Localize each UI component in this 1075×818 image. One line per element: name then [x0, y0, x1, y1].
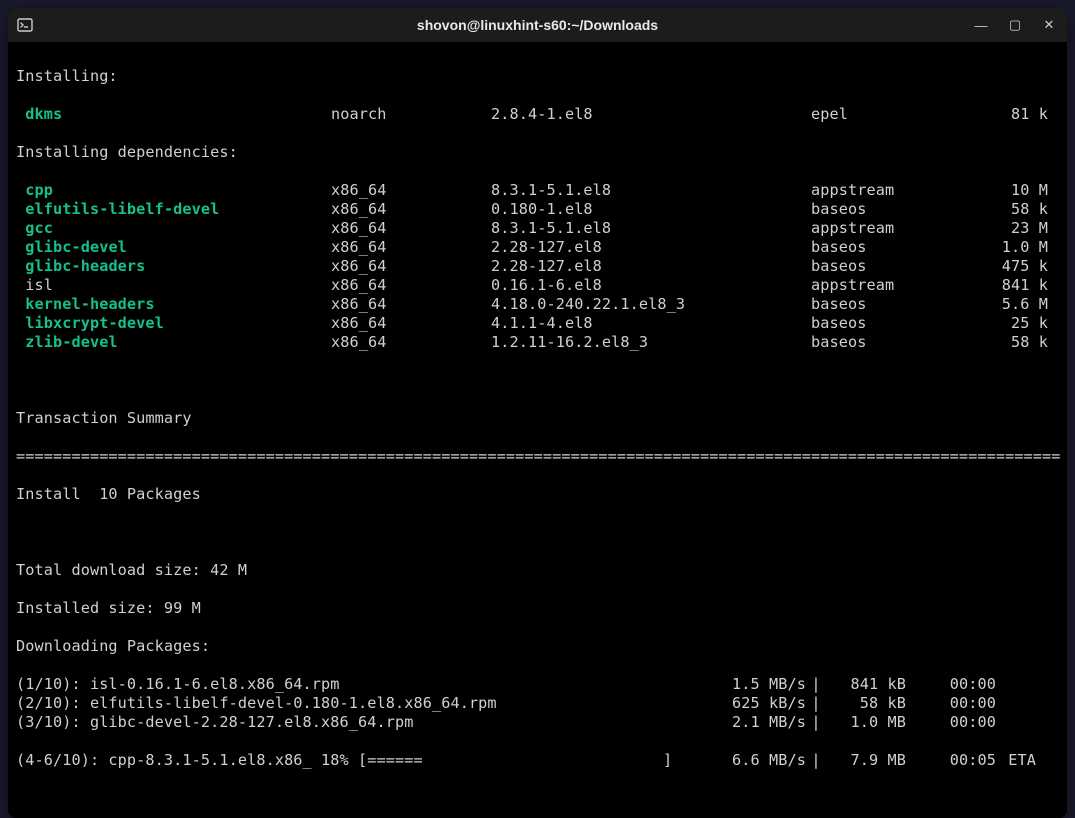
- download-speed: 625 kB/s: [696, 694, 806, 713]
- install-package-list: dkmsnoarch2.8.4-1.el8epel81 k: [16, 105, 1059, 124]
- package-repo: baseos: [811, 333, 966, 352]
- package-arch: x86_64: [331, 314, 491, 333]
- package-version: 2.8.4-1.el8: [491, 105, 811, 124]
- package-size: 5.6 M: [966, 295, 1048, 314]
- package-size: 81 k: [966, 105, 1048, 124]
- install-count: Install 10 Packages: [16, 485, 1059, 504]
- package-row: elfutils-libelf-develx86_640.180-1.el8ba…: [16, 200, 1059, 219]
- downloading-header: Downloading Packages:: [16, 637, 1059, 656]
- download-list: (1/10): isl-0.16.1-6.el8.x86_64.rpm1.5 M…: [16, 675, 1059, 732]
- package-size: 1.0 M: [966, 238, 1048, 257]
- download-speed: 1.5 MB/s: [696, 675, 806, 694]
- package-row: gccx86_648.3.1-5.1.el8appstream23 M: [16, 219, 1059, 238]
- package-name: cpp: [16, 181, 331, 200]
- package-row: dkmsnoarch2.8.4-1.el8epel81 k: [16, 105, 1059, 124]
- package-arch: x86_64: [331, 219, 491, 238]
- download-progress-row: (4-6/10): cpp-8.3.1-5.1.el8.x86_ 18% [==…: [16, 751, 1059, 770]
- window-title: shovon@linuxhint-s60:~/Downloads: [417, 17, 658, 33]
- package-size: 475 k: [966, 257, 1048, 276]
- download-row: (3/10): glibc-devel-2.28-127.el8.x86_64.…: [16, 713, 1059, 732]
- package-version: 2.28-127.el8: [491, 238, 811, 257]
- package-size: 58 k: [966, 200, 1048, 219]
- package-version: 4.18.0-240.22.1.el8_3: [491, 295, 811, 314]
- package-name: gcc: [16, 219, 331, 238]
- download-time: 00:00: [906, 713, 996, 732]
- package-arch: x86_64: [331, 295, 491, 314]
- package-repo: baseos: [811, 314, 966, 333]
- download-row: (1/10): isl-0.16.1-6.el8.x86_64.rpm1.5 M…: [16, 675, 1059, 694]
- package-arch: noarch: [331, 105, 491, 124]
- dependency-package-list: cppx86_648.3.1-5.1.el8appstream10 M elfu…: [16, 181, 1059, 352]
- package-row: glibc-headersx86_642.28-127.el8baseos475…: [16, 257, 1059, 276]
- package-arch: x86_64: [331, 181, 491, 200]
- package-version: 8.3.1-5.1.el8: [491, 219, 811, 238]
- package-arch: x86_64: [331, 333, 491, 352]
- minimize-button[interactable]: —: [971, 15, 991, 35]
- package-arch: x86_64: [331, 200, 491, 219]
- package-row: cppx86_648.3.1-5.1.el8appstream10 M: [16, 181, 1059, 200]
- package-version: 4.1.1-4.el8: [491, 314, 811, 333]
- installed-size: Installed size: 99 M: [16, 599, 1059, 618]
- package-size: 25 k: [966, 314, 1048, 333]
- package-name: libxcrypt-devel: [16, 314, 331, 333]
- package-arch: x86_64: [331, 276, 491, 295]
- package-row: libxcrypt-develx86_644.1.1-4.el8baseos25…: [16, 314, 1059, 333]
- package-arch: x86_64: [331, 238, 491, 257]
- download-speed: 2.1 MB/s: [696, 713, 806, 732]
- terminal-content[interactable]: Installing: dkmsnoarch2.8.4-1.el8epel81 …: [8, 42, 1067, 818]
- package-size: 58 k: [966, 333, 1048, 352]
- transaction-summary-header: Transaction Summary: [16, 409, 1059, 428]
- download-size: 58 kB: [826, 694, 906, 713]
- download-size: 1.0 MB: [826, 713, 906, 732]
- section-installing: Installing:: [16, 67, 1059, 86]
- package-repo: baseos: [811, 200, 966, 219]
- titlebar[interactable]: shovon@linuxhint-s60:~/Downloads — ▢ ✕: [8, 8, 1067, 42]
- window-controls: — ▢ ✕: [971, 15, 1059, 35]
- package-name: elfutils-libelf-devel: [16, 200, 331, 219]
- package-name: isl: [16, 276, 331, 295]
- package-row: glibc-develx86_642.28-127.el8baseos1.0 M: [16, 238, 1059, 257]
- section-installing-deps: Installing dependencies:: [16, 143, 1059, 162]
- close-button[interactable]: ✕: [1039, 15, 1059, 35]
- download-time: 00:00: [906, 694, 996, 713]
- package-repo: appstream: [811, 276, 966, 295]
- maximize-button[interactable]: ▢: [1005, 15, 1025, 35]
- package-size: 23 M: [966, 219, 1048, 238]
- package-size: 841 k: [966, 276, 1048, 295]
- package-repo: baseos: [811, 238, 966, 257]
- package-repo: baseos: [811, 257, 966, 276]
- package-row: zlib-develx86_641.2.11-16.2.el8_3baseos5…: [16, 333, 1059, 352]
- package-repo: epel: [811, 105, 966, 124]
- package-row: kernel-headersx86_644.18.0-240.22.1.el8_…: [16, 295, 1059, 314]
- package-size: 10 M: [966, 181, 1048, 200]
- package-row: islx86_640.16.1-6.el8appstream841 k: [16, 276, 1059, 295]
- package-version: 0.180-1.el8: [491, 200, 811, 219]
- package-version: 2.28-127.el8: [491, 257, 811, 276]
- blank-line: [16, 523, 1059, 542]
- terminal-icon: [16, 16, 34, 34]
- package-arch: x86_64: [331, 257, 491, 276]
- package-repo: baseos: [811, 295, 966, 314]
- package-version: 0.16.1-6.el8: [491, 276, 811, 295]
- download-file: (1/10): isl-0.16.1-6.el8.x86_64.rpm: [16, 675, 696, 694]
- package-repo: appstream: [811, 181, 966, 200]
- download-file: (2/10): elfutils-libelf-devel-0.180-1.el…: [16, 694, 696, 713]
- blank-line: [16, 371, 1059, 390]
- package-name: glibc-headers: [16, 257, 331, 276]
- download-time: 00:00: [906, 675, 996, 694]
- package-repo: appstream: [811, 219, 966, 238]
- package-name: kernel-headers: [16, 295, 331, 314]
- package-version: 8.3.1-5.1.el8: [491, 181, 811, 200]
- package-name: glibc-devel: [16, 238, 331, 257]
- package-name: dkms: [16, 105, 331, 124]
- package-name: zlib-devel: [16, 333, 331, 352]
- download-file: (3/10): glibc-devel-2.28-127.el8.x86_64.…: [16, 713, 696, 732]
- terminal-window: shovon@linuxhint-s60:~/Downloads — ▢ ✕ I…: [8, 8, 1067, 818]
- divider-line: ========================================…: [16, 447, 1059, 466]
- download-size: 841 kB: [826, 675, 906, 694]
- download-row: (2/10): elfutils-libelf-devel-0.180-1.el…: [16, 694, 1059, 713]
- total-download-size: Total download size: 42 M: [16, 561, 1059, 580]
- package-version: 1.2.11-16.2.el8_3: [491, 333, 811, 352]
